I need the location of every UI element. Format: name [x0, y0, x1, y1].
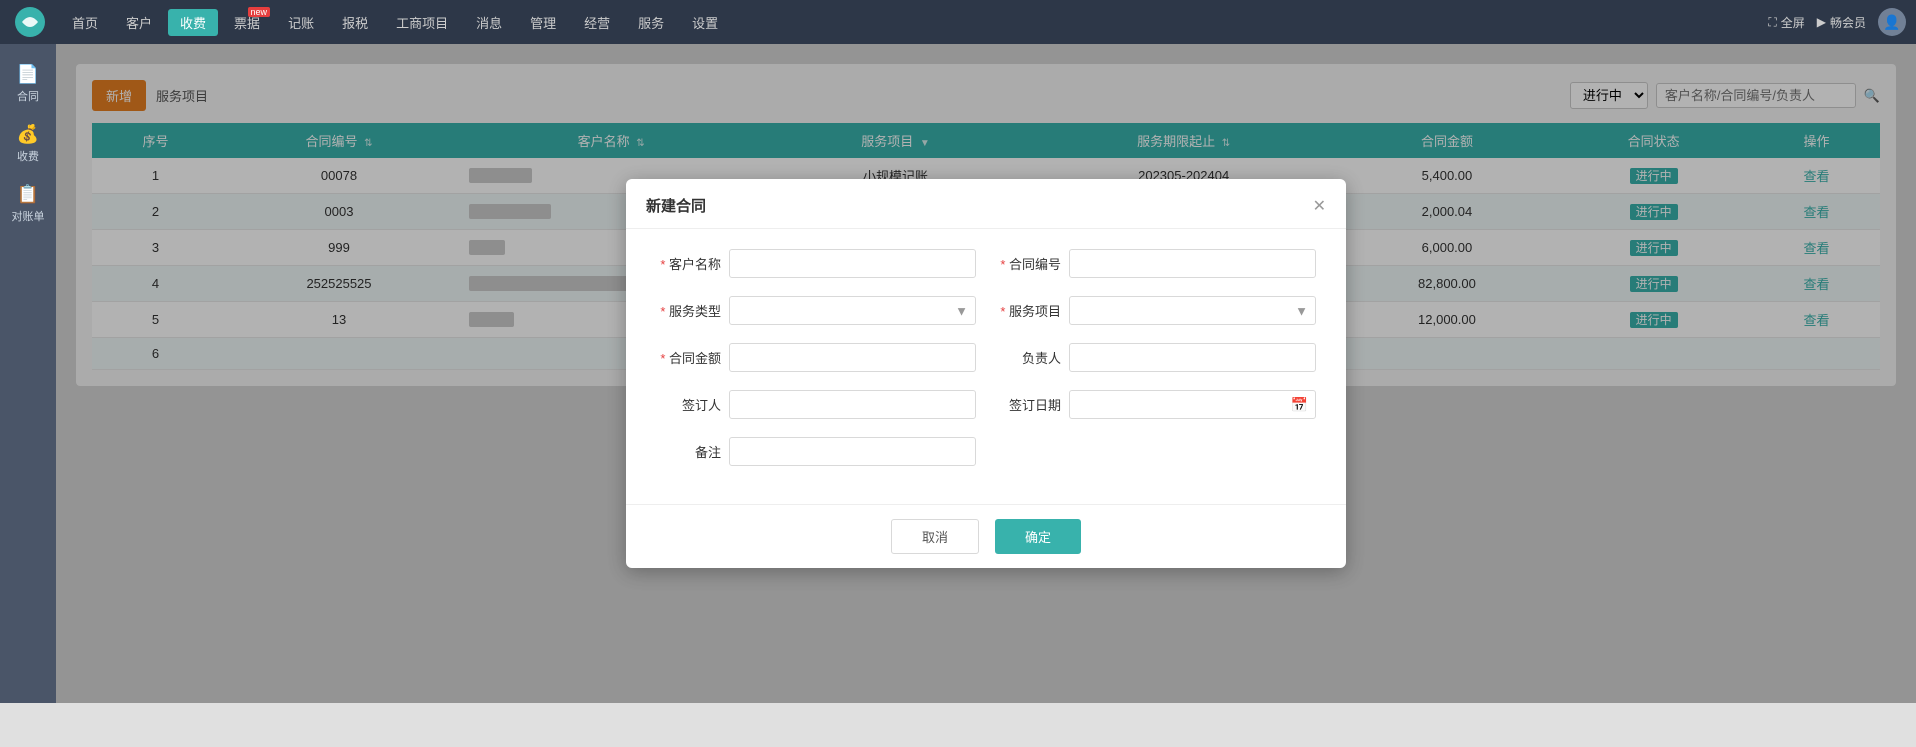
- nav-business[interactable]: 工商项目: [384, 9, 460, 36]
- nav-tax[interactable]: 报税: [330, 9, 380, 36]
- nav-billing[interactable]: 收费: [168, 9, 218, 36]
- contract-no-label: 合同编号: [996, 254, 1061, 273]
- service-item-label: 服务项目: [996, 301, 1061, 320]
- form-group-responsible: 负责人: [996, 343, 1316, 372]
- form-group-service-item: 服务项目 ▼: [996, 296, 1316, 325]
- sidebar-item-billing[interactable]: 💰 收费: [0, 114, 56, 174]
- billing-icon: 💰: [17, 124, 39, 145]
- fullscreen-icon: ⛶: [1768, 15, 1776, 30]
- dialog-header: 新建合同 ✕: [626, 179, 1346, 229]
- sidebar-item-contract[interactable]: 📄 合同: [0, 54, 56, 114]
- responsible-label: 负责人: [996, 348, 1061, 367]
- sign-date-wrap: 2023-06-06 📅: [1069, 390, 1316, 419]
- member-icon: ▶: [1817, 15, 1826, 29]
- member-button[interactable]: ▶ 畅会员: [1817, 14, 1866, 31]
- sign-date-input[interactable]: 2023-06-06: [1069, 390, 1316, 419]
- service-item-select[interactable]: [1069, 296, 1316, 325]
- notes-label: 备注: [656, 442, 721, 461]
- nav-manage[interactable]: 管理: [518, 9, 568, 36]
- form-group-amount: 合同金额 0.00: [656, 343, 976, 372]
- nav-accounting[interactable]: 记账: [276, 9, 326, 36]
- fullscreen-button[interactable]: ⛶ 全屏: [1768, 14, 1804, 31]
- form-group-service-type: 服务类型 ▼: [656, 296, 976, 325]
- nav-operation[interactable]: 经营: [572, 9, 622, 36]
- service-type-select[interactable]: [729, 296, 976, 325]
- service-type-label: 服务类型: [656, 301, 721, 320]
- new-contract-dialog: 新建合同 ✕ 客户名称 合同编号 服务类型: [626, 179, 1346, 568]
- reconcile-icon: 📋: [17, 184, 39, 205]
- top-nav: 首页 客户 收费 票据 new 记账 报税 工商项目 消息 管理 经营 服务 设…: [0, 0, 1916, 44]
- service-item-wrap: ▼: [1069, 296, 1316, 325]
- contract-icon: 📄: [17, 64, 39, 85]
- nav-customer[interactable]: 客户: [114, 9, 164, 36]
- new-badge: new: [248, 7, 271, 17]
- logo-icon: [10, 2, 50, 42]
- modal-overlay: 新建合同 ✕ 客户名称 合同编号 服务类型: [56, 44, 1916, 703]
- nav-items: 首页 客户 收费 票据 new 记账 报税 工商项目 消息 管理 经营 服务 设…: [60, 9, 1768, 36]
- dialog-footer: 取消 确定: [626, 504, 1346, 568]
- avatar[interactable]: 👤: [1878, 8, 1906, 36]
- customer-input[interactable]: [729, 249, 976, 278]
- nav-home[interactable]: 首页: [60, 9, 110, 36]
- signer-label: 签订人: [656, 395, 721, 414]
- sidebar: 📄 合同 💰 收费 📋 对账单: [0, 44, 56, 703]
- responsible-input[interactable]: [1069, 343, 1316, 372]
- form-row-4: 签订人 签订日期 2023-06-06 📅: [656, 390, 1316, 419]
- close-button[interactable]: ✕: [1313, 196, 1326, 216]
- amount-label: 合同金额: [656, 348, 721, 367]
- form-row-1: 客户名称 合同编号: [656, 249, 1316, 278]
- nav-message[interactable]: 消息: [464, 9, 514, 36]
- form-group-customer: 客户名称: [656, 249, 976, 278]
- contract-no-input[interactable]: [1069, 249, 1316, 278]
- form-row-5: 备注: [656, 437, 1316, 466]
- nav-service[interactable]: 服务: [626, 9, 676, 36]
- form-row-2: 服务类型 ▼ 服务项目 ▼: [656, 296, 1316, 325]
- form-row-3: 合同金额 0.00 负责人: [656, 343, 1316, 372]
- sign-date-label: 签订日期: [996, 395, 1061, 414]
- amount-input[interactable]: 0.00: [729, 343, 976, 372]
- service-type-wrap: ▼: [729, 296, 976, 325]
- sidebar-item-reconcile[interactable]: 📋 对账单: [0, 174, 56, 234]
- confirm-button[interactable]: 确定: [995, 519, 1081, 554]
- form-group-notes: 备注: [656, 437, 976, 466]
- dialog-body: 客户名称 合同编号 服务类型 ▼ 服务项目: [626, 229, 1346, 504]
- form-group-signer: 签订人: [656, 390, 976, 419]
- signer-input[interactable]: [729, 390, 976, 419]
- form-group-contract-no: 合同编号: [996, 249, 1316, 278]
- cancel-button[interactable]: 取消: [891, 519, 979, 554]
- dialog-title: 新建合同: [646, 195, 706, 216]
- nav-settings[interactable]: 设置: [680, 9, 730, 36]
- form-group-sign-date: 签订日期 2023-06-06 📅: [996, 390, 1316, 419]
- notes-input[interactable]: [729, 437, 976, 466]
- nav-invoice[interactable]: 票据 new: [222, 9, 272, 36]
- customer-label: 客户名称: [656, 254, 721, 273]
- nav-right: ⛶ 全屏 ▶ 畅会员 👤: [1768, 8, 1906, 36]
